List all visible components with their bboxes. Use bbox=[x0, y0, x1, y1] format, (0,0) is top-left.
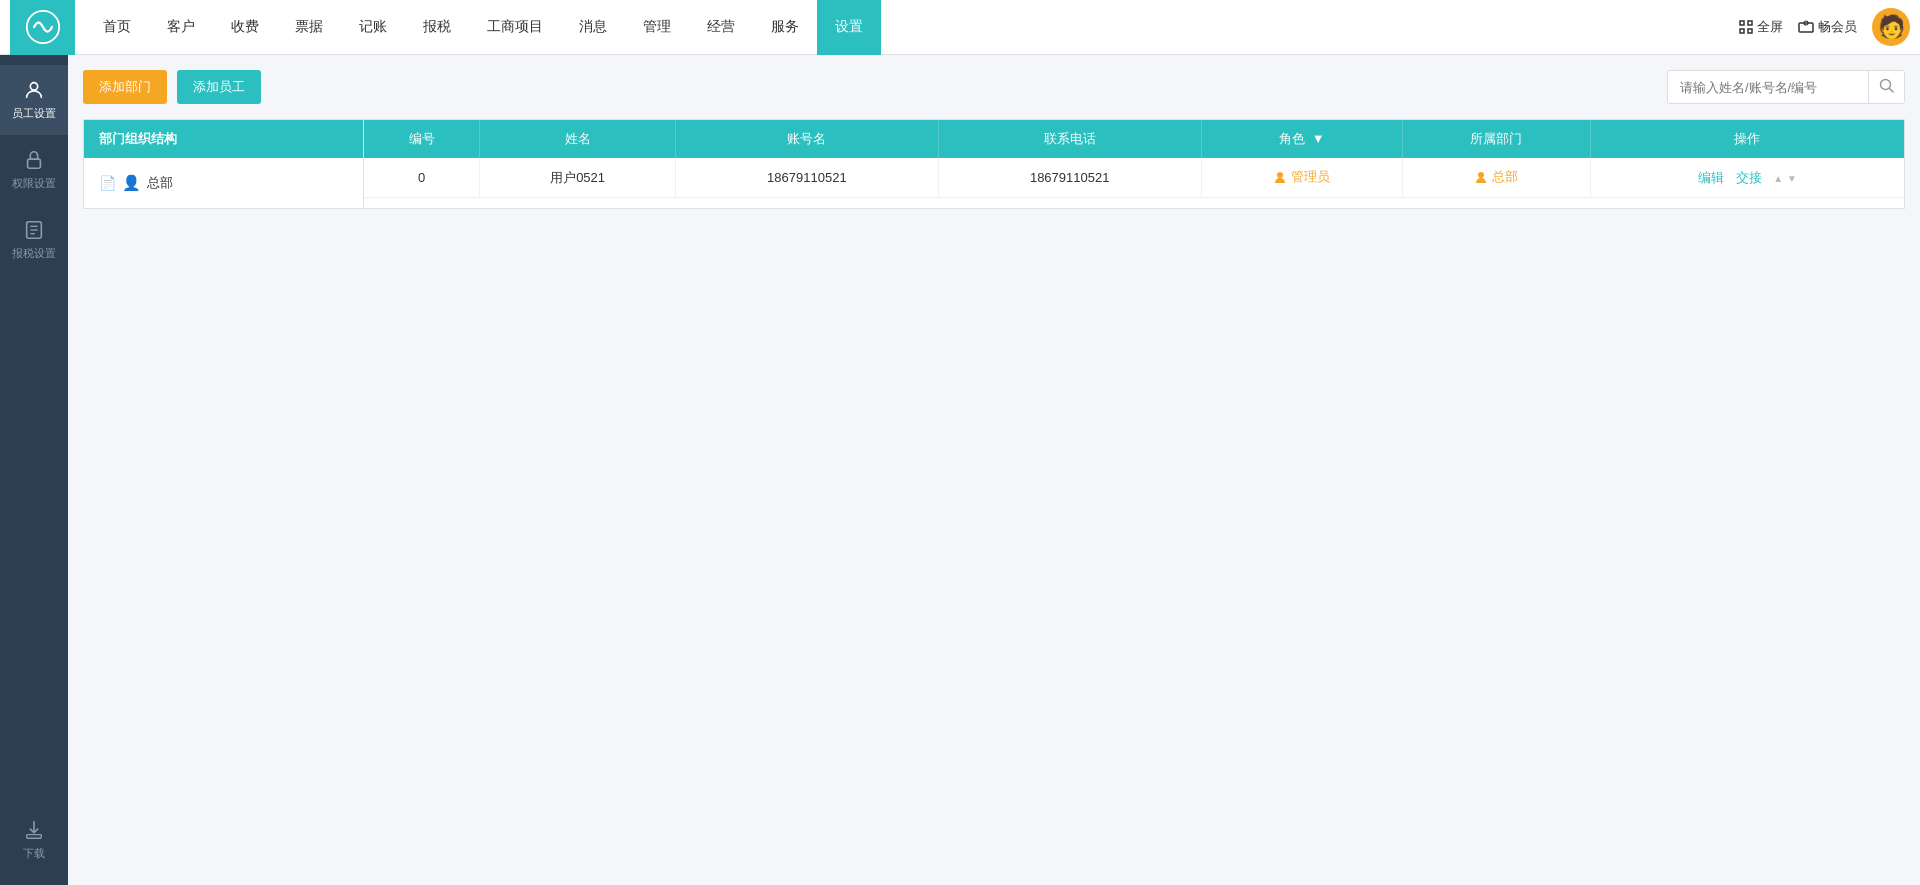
dept-item-root[interactable]: 📄 👤 总部 bbox=[94, 168, 353, 198]
role-user-icon bbox=[1273, 170, 1287, 184]
cell-dept: 总部 bbox=[1403, 158, 1591, 198]
top-navigation: 首页 客户 收费 票据 记账 报税 工商项目 消息 管理 经营 服务 设置 全屏 bbox=[0, 0, 1920, 55]
table-row: 0 用户0521 18679110521 18679110521 bbox=[364, 158, 1904, 198]
nav-customer[interactable]: 客户 bbox=[149, 0, 213, 55]
nav-settings[interactable]: 设置 bbox=[817, 0, 881, 55]
col-phone: 联系电话 bbox=[938, 120, 1201, 158]
avatar-icon: 🧑 bbox=[1878, 14, 1905, 40]
main-layout: 员工设置 权限设置 报税设置 下载 bbox=[0, 55, 1920, 885]
cell-phone: 18679110521 bbox=[938, 158, 1201, 198]
svg-rect-3 bbox=[1740, 29, 1744, 33]
col-role: 角色 ▼ bbox=[1201, 120, 1402, 158]
dept-file-icon: 📄 bbox=[99, 175, 116, 191]
col-account: 账号名 bbox=[675, 120, 938, 158]
add-emp-button[interactable]: 添加员工 bbox=[177, 70, 261, 104]
nav-fee[interactable]: 收费 bbox=[213, 0, 277, 55]
scroll-up-btn[interactable]: ▲ bbox=[1773, 173, 1783, 184]
nav-menu: 首页 客户 收费 票据 记账 报税 工商项目 消息 管理 经营 服务 设置 bbox=[85, 0, 1739, 55]
cell-account: 18679110521 bbox=[675, 158, 938, 198]
svg-line-15 bbox=[1890, 89, 1894, 93]
svg-rect-8 bbox=[28, 159, 41, 168]
download-icon bbox=[23, 819, 45, 841]
dept-tree: 部门组织结构 📄 👤 总部 bbox=[84, 120, 364, 208]
transfer-link[interactable]: 交接 bbox=[1736, 170, 1762, 185]
add-dept-button[interactable]: 添加部门 bbox=[83, 70, 167, 104]
nav-service[interactable]: 服务 bbox=[753, 0, 817, 55]
tax-icon bbox=[23, 219, 45, 241]
svg-rect-5 bbox=[1799, 23, 1813, 32]
nav-tax[interactable]: 报税 bbox=[405, 0, 469, 55]
vip-icon bbox=[1798, 20, 1814, 34]
emp-data-table: 编号 姓名 账号名 联系电话 角色 ▼ 所属部门 操作 bbox=[364, 120, 1904, 198]
vip-btn[interactable]: 畅会员 bbox=[1798, 18, 1857, 36]
employee-table: 编号 姓名 账号名 联系电话 角色 ▼ 所属部门 操作 bbox=[364, 120, 1904, 208]
svg-rect-1 bbox=[1740, 21, 1744, 25]
dept-tree-body: 📄 👤 总部 bbox=[84, 158, 363, 208]
vip-label: 畅会员 bbox=[1818, 18, 1857, 36]
svg-point-17 bbox=[1478, 172, 1484, 178]
cell-action: 编辑 交接 ▲ ▼ bbox=[1590, 158, 1904, 198]
main-panel: 部门组织结构 📄 👤 总部 编号 姓名 账号名 bbox=[83, 119, 1905, 209]
app-logo bbox=[10, 0, 75, 55]
sidebar-bottom-area: 下载 bbox=[0, 805, 68, 885]
role-filter-icon[interactable]: ▼ bbox=[1312, 131, 1325, 146]
table-header-row: 编号 姓名 账号名 联系电话 角色 ▼ 所属部门 操作 bbox=[364, 120, 1904, 158]
svg-rect-2 bbox=[1748, 21, 1752, 25]
dept-label: 总部 bbox=[1492, 168, 1518, 186]
cell-name: 用户0521 bbox=[480, 158, 676, 198]
dept-badge: 总部 bbox=[1474, 168, 1518, 186]
sidebar-permission-label: 权限设置 bbox=[12, 176, 56, 191]
sidebar: 员工设置 权限设置 报税设置 下载 bbox=[0, 55, 68, 885]
fullscreen-icon bbox=[1739, 20, 1753, 34]
col-dept: 所属部门 bbox=[1403, 120, 1591, 158]
search-box bbox=[1667, 70, 1905, 104]
table-body: 0 用户0521 18679110521 18679110521 bbox=[364, 158, 1904, 198]
cell-no: 0 bbox=[364, 158, 480, 198]
scroll-down-btn[interactable]: ▼ bbox=[1787, 173, 1797, 184]
nav-business[interactable]: 工商项目 bbox=[469, 0, 561, 55]
search-icon bbox=[1879, 78, 1894, 93]
dept-user-badge-icon bbox=[1474, 170, 1488, 184]
toolbar: 添加部门 添加员工 bbox=[83, 70, 1905, 104]
fullscreen-btn[interactable]: 全屏 bbox=[1739, 18, 1783, 36]
nav-manage[interactable]: 管理 bbox=[625, 0, 689, 55]
dept-item-label: 总部 bbox=[147, 174, 173, 192]
sidebar-item-permission[interactable]: 权限设置 bbox=[0, 135, 68, 205]
search-button[interactable] bbox=[1868, 71, 1904, 103]
col-action: 操作 bbox=[1590, 120, 1904, 158]
scroll-ctrl: ▲ ▼ bbox=[1773, 170, 1796, 185]
svg-point-7 bbox=[30, 83, 37, 90]
svg-rect-4 bbox=[1748, 29, 1752, 33]
sidebar-tax-label: 报税设置 bbox=[12, 246, 56, 261]
search-input[interactable] bbox=[1668, 73, 1868, 102]
dept-user-icon: 👤 bbox=[122, 174, 141, 192]
svg-rect-13 bbox=[27, 835, 42, 839]
dept-tree-header: 部门组织结构 bbox=[84, 120, 363, 158]
cell-role: 管理员 bbox=[1201, 158, 1402, 198]
nav-operation[interactable]: 经营 bbox=[689, 0, 753, 55]
user-avatar[interactable]: 🧑 bbox=[1872, 8, 1910, 46]
sidebar-download[interactable]: 下载 bbox=[0, 805, 68, 875]
employee-icon bbox=[23, 79, 45, 101]
sidebar-employee-label: 员工设置 bbox=[12, 106, 56, 121]
fullscreen-label: 全屏 bbox=[1757, 18, 1783, 36]
col-name: 姓名 bbox=[480, 120, 676, 158]
content-area: 添加部门 添加员工 部门组织结构 📄 👤 bbox=[68, 55, 1920, 885]
nav-home[interactable]: 首页 bbox=[85, 0, 149, 55]
sidebar-item-employee[interactable]: 员工设置 bbox=[0, 65, 68, 135]
sidebar-item-tax-setting[interactable]: 报税设置 bbox=[0, 205, 68, 275]
edit-link[interactable]: 编辑 bbox=[1698, 170, 1724, 185]
sidebar-download-label: 下载 bbox=[23, 846, 45, 861]
role-badge: 管理员 bbox=[1273, 168, 1330, 186]
col-no: 编号 bbox=[364, 120, 480, 158]
svg-point-16 bbox=[1277, 172, 1283, 178]
role-label: 管理员 bbox=[1291, 168, 1330, 186]
lock-icon bbox=[23, 149, 45, 171]
nav-message[interactable]: 消息 bbox=[561, 0, 625, 55]
nav-accounting[interactable]: 记账 bbox=[341, 0, 405, 55]
nav-invoice[interactable]: 票据 bbox=[277, 0, 341, 55]
nav-right-area: 全屏 畅会员 🧑 bbox=[1739, 8, 1910, 46]
